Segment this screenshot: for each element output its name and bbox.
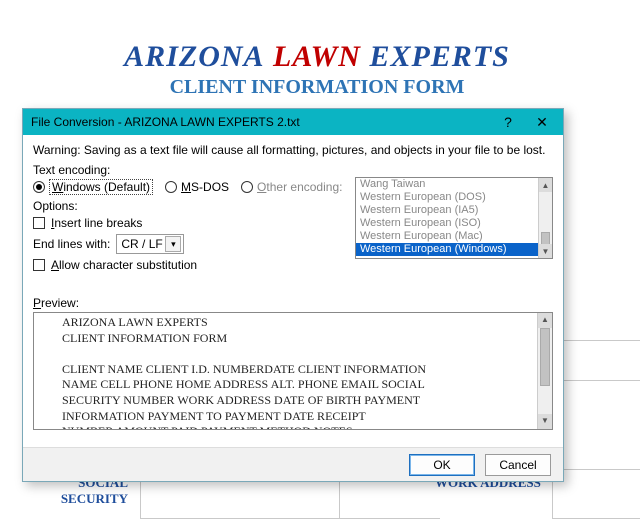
preview-line: INFORMATION PAYMENT TO PAYMENT DATE RECE… [62, 409, 534, 425]
close-button[interactable]: ✕ [525, 111, 559, 133]
checkbox-icon [33, 217, 45, 229]
radio-windows-default[interactable]: Windows (Default) [33, 179, 153, 195]
list-item[interactable]: Western European (ISO) [356, 217, 552, 230]
scrollbar[interactable]: ▲ ▼ [537, 313, 552, 429]
preview-line: NUMBER AMOUNT PAID PAYMENT METHOD NOTES [62, 424, 534, 430]
cancel-button[interactable]: Cancel [485, 454, 551, 476]
list-item[interactable]: Western European (Mac) [356, 230, 552, 243]
document-subtitle: CLIENT INFORMATION FORM [0, 76, 634, 99]
scroll-up-icon[interactable]: ▲ [539, 178, 552, 192]
scroll-down-icon[interactable]: ▼ [538, 414, 552, 429]
preview-line: SECURITY NUMBER WORK ADDRESS DATE OF BIR… [62, 393, 534, 409]
preview-line: CLIENT NAME CLIENT I.D. NUMBERDATE CLIEN… [62, 362, 534, 378]
title-word-2: LAWN [273, 40, 361, 73]
preview-label: Preview: [33, 296, 553, 310]
preview-line: CLIENT INFORMATION FORM [62, 331, 534, 347]
document-title: ARIZONA LAWN EXPERTS [0, 40, 634, 74]
end-lines-combo[interactable]: CR / LF ▾ [116, 234, 184, 254]
preview-textbox[interactable]: ARIZONA LAWN EXPERTS CLIENT INFORMATION … [33, 312, 553, 430]
radio-icon [33, 181, 45, 193]
ok-button[interactable]: OK [409, 454, 475, 476]
radio-icon [241, 181, 253, 193]
list-item-selected[interactable]: Western European (Windows) [356, 243, 552, 256]
preview-line: ARIZONA LAWN EXPERTS [62, 315, 534, 331]
list-item[interactable]: Western European (DOS) [356, 191, 552, 204]
preview-line [62, 346, 534, 362]
radio-other-encoding[interactable]: Other encoding: [241, 180, 342, 194]
end-lines-label: End lines with: [33, 237, 110, 251]
warning-text: Warning: Saving as a text file will caus… [33, 143, 553, 157]
file-conversion-dialog: File Conversion - ARIZONA LAWN EXPERTS 2… [22, 108, 564, 482]
end-lines-value: CR / LF [121, 237, 162, 251]
encoding-listbox[interactable]: Wang Taiwan Western European (DOS) Weste… [355, 177, 553, 259]
checkbox-icon [33, 259, 45, 271]
list-item[interactable]: Western European (IA5) [356, 204, 552, 217]
scroll-down-icon[interactable]: ▼ [539, 244, 552, 258]
radio-msdos[interactable]: MS-DOS [165, 180, 229, 194]
dialog-titlebar[interactable]: File Conversion - ARIZONA LAWN EXPERTS 2… [23, 109, 563, 135]
dialog-title: File Conversion - ARIZONA LAWN EXPERTS 2… [31, 115, 491, 129]
scroll-thumb[interactable] [540, 328, 550, 386]
text-encoding-label: Text encoding: [33, 163, 553, 177]
list-item[interactable]: Wang Taiwan [356, 178, 552, 191]
checkbox-allow-substitution[interactable]: Allow character substitution [33, 258, 553, 272]
scrollbar[interactable]: ▲ ▼ [538, 178, 552, 258]
table-cell [552, 469, 640, 519]
dialog-body: Warning: Saving as a text file will caus… [23, 135, 563, 438]
title-word-3: EXPERTS [369, 40, 509, 73]
dialog-footer: OK Cancel [23, 447, 563, 481]
preview-line: NAME CELL PHONE HOME ADDRESS ALT. PHONE … [62, 377, 534, 393]
scroll-up-icon[interactable]: ▲ [538, 313, 552, 328]
help-button[interactable]: ? [491, 111, 525, 133]
title-word-1: ARIZONA [124, 40, 264, 73]
radio-icon [165, 181, 177, 193]
chevron-down-icon: ▾ [165, 236, 181, 252]
